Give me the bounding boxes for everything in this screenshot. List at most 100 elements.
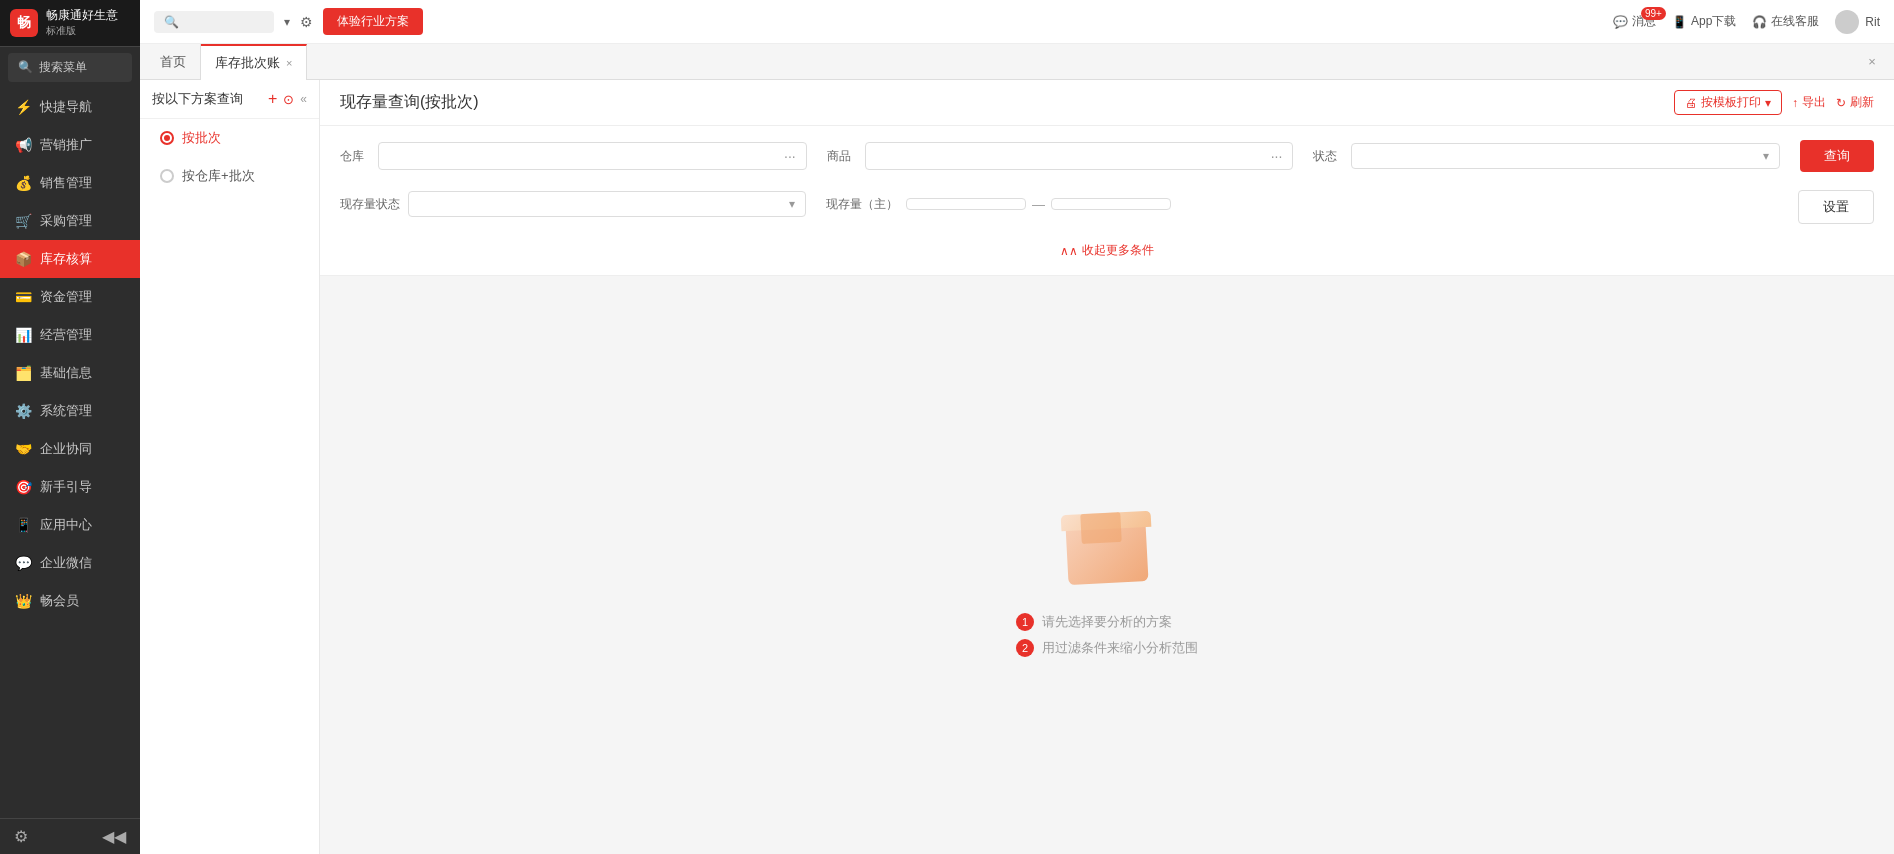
inventory-qty-from[interactable] bbox=[906, 198, 1026, 210]
print-btn[interactable]: 🖨 按模板打印 ▾ bbox=[1674, 90, 1782, 115]
filter-panel: 按以下方案查询 + ⊙ « 按批次 按仓库+批次 bbox=[140, 80, 320, 854]
message-icon: 💬 bbox=[1613, 15, 1628, 29]
topbar-search-icon: 🔍 bbox=[164, 15, 179, 29]
nav-label: 采购管理 bbox=[40, 212, 92, 230]
sidebar: 畅 畅康通好生意 标准版 🔍 搜索菜单 ⚡ 快捷导航 📢 营销推广 💰 销售管理… bbox=[0, 0, 140, 854]
avatar bbox=[1835, 10, 1859, 34]
tab-close-btn[interactable]: × bbox=[286, 57, 292, 69]
nav-icon-marketing: 📢 bbox=[14, 137, 32, 153]
nav-label: 系统管理 bbox=[40, 402, 92, 420]
sidebar-item-marketing[interactable]: 📢 营销推广 bbox=[0, 126, 140, 164]
sidebar-item-newbie[interactable]: 🎯 新手引导 bbox=[0, 468, 140, 506]
sidebar-item-inventory[interactable]: 📦 库存核算 bbox=[0, 240, 140, 278]
topbar-dropdown-arrow[interactable]: ▾ bbox=[284, 15, 290, 29]
step-1-text: 请先选择要分析的方案 bbox=[1042, 613, 1172, 631]
header-actions: 🖨 按模板打印 ▾ ↑ 导出 ↻ 刷新 bbox=[1674, 90, 1874, 115]
filter-actions: + ⊙ « bbox=[268, 90, 307, 108]
collapse-more-btn[interactable]: ∧∧ 收起更多条件 bbox=[340, 236, 1874, 265]
sidebar-item-operations[interactable]: 📊 经营管理 bbox=[0, 316, 140, 354]
sidebar-item-purchase[interactable]: 🛒 采购管理 bbox=[0, 202, 140, 240]
topbar-right: 💬 消息 99+ 📱 App下载 🎧 在线客服 Rit bbox=[1613, 10, 1880, 34]
query-btn[interactable]: 查询 bbox=[1800, 140, 1874, 172]
filter-title: 按以下方案查询 bbox=[152, 90, 243, 108]
inventory-qty-group: 现存量（主） — bbox=[826, 196, 1292, 213]
nav-label: 基础信息 bbox=[40, 364, 92, 382]
tab-home[interactable]: 首页 bbox=[146, 44, 201, 80]
sidebar-item-basics[interactable]: 🗂️ 基础信息 bbox=[0, 354, 140, 392]
experience-btn[interactable]: 体验行业方案 bbox=[323, 8, 423, 35]
app-label: App下载 bbox=[1691, 13, 1736, 30]
refresh-btn[interactable]: ↻ 刷新 bbox=[1836, 94, 1874, 111]
filter-header: 按以下方案查询 + ⊙ « bbox=[140, 80, 319, 119]
nav-label: 经营管理 bbox=[40, 326, 92, 344]
topbar: 🔍 ▾ ⚙ 体验行业方案 💬 消息 99+ 📱 App下载 🎧 在线客服 Rit bbox=[140, 0, 1894, 44]
nav-label: 企业协同 bbox=[40, 440, 92, 458]
product-dots[interactable]: ··· bbox=[1271, 148, 1283, 164]
status-select[interactable]: ▾ bbox=[1351, 143, 1780, 169]
warehouse-filter-group: 仓库 ··· bbox=[340, 142, 807, 170]
tab-panel-close-btn[interactable]: × bbox=[1862, 52, 1882, 72]
sidebar-item-app-center[interactable]: 📱 应用中心 bbox=[0, 506, 140, 544]
print-dropdown-arrow[interactable]: ▾ bbox=[1765, 96, 1771, 110]
filter-form: 仓库 ··· 商品 ··· 状态 ▾ bbox=[320, 126, 1894, 276]
app-name: 畅康通好生意 bbox=[46, 8, 118, 24]
topbar-gear-icon[interactable]: ⚙ bbox=[300, 14, 313, 30]
print-icon: 🖨 bbox=[1685, 96, 1697, 110]
page-header: 现存量查询(按批次) 🖨 按模板打印 ▾ ↑ 导出 ↻ 刷新 bbox=[320, 80, 1894, 126]
warehouse-dots[interactable]: ··· bbox=[784, 148, 796, 164]
export-icon: ↑ bbox=[1792, 96, 1798, 110]
warehouse-label: 仓库 bbox=[340, 148, 370, 165]
sidebar-item-quick-nav[interactable]: ⚡ 快捷导航 bbox=[0, 88, 140, 126]
product-input[interactable]: ··· bbox=[865, 142, 1294, 170]
collapse-arrow-icon: ∧∧ bbox=[1060, 244, 1078, 258]
step-2-text: 用过滤条件来缩小分析范围 bbox=[1042, 639, 1198, 657]
service-btn[interactable]: 🎧 在线客服 bbox=[1752, 13, 1819, 30]
nav-label: 资金管理 bbox=[40, 288, 92, 306]
step-2-num: 2 bbox=[1016, 639, 1034, 657]
main-area: 🔍 ▾ ⚙ 体验行业方案 💬 消息 99+ 📱 App下载 🎧 在线客服 Rit bbox=[140, 0, 1894, 854]
print-label: 按模板打印 bbox=[1701, 94, 1761, 111]
topbar-search[interactable]: 🔍 bbox=[154, 11, 274, 33]
nav-label: 库存核算 bbox=[40, 250, 92, 268]
empty-steps: 1 请先选择要分析的方案 2 用过滤条件来缩小分析范围 bbox=[1016, 613, 1198, 657]
sidebar-search[interactable]: 🔍 搜索菜单 bbox=[8, 53, 132, 82]
collapse-label: 收起更多条件 bbox=[1082, 242, 1154, 259]
nav-label: 应用中心 bbox=[40, 516, 92, 534]
sidebar-item-wechat[interactable]: 💬 企业微信 bbox=[0, 544, 140, 582]
settings-btn-group: 设置 bbox=[1798, 184, 1874, 224]
product-label: 商品 bbox=[827, 148, 857, 165]
headset-icon: 🎧 bbox=[1752, 15, 1767, 29]
status-label: 状态 bbox=[1313, 148, 1343, 165]
user-btn[interactable]: Rit bbox=[1835, 10, 1880, 34]
message-btn[interactable]: 💬 消息 99+ bbox=[1613, 13, 1656, 30]
sidebar-item-finance[interactable]: 💳 资金管理 bbox=[0, 278, 140, 316]
sidebar-item-vip[interactable]: 👑 畅会员 bbox=[0, 582, 140, 620]
filter-row-1: 仓库 ··· 商品 ··· 状态 ▾ bbox=[340, 140, 1874, 172]
tab-inventory-batch[interactable]: 库存批次账 × bbox=[201, 44, 307, 80]
app-download-btn[interactable]: 📱 App下载 bbox=[1672, 13, 1736, 30]
filter-item-by-batch[interactable]: 按批次 bbox=[140, 119, 319, 157]
export-btn[interactable]: ↑ 导出 bbox=[1792, 94, 1826, 111]
collapse-sidebar-icon[interactable]: ◀◀ bbox=[102, 827, 126, 846]
filter-settings-btn[interactable]: ⊙ bbox=[283, 92, 294, 107]
sidebar-item-enterprise[interactable]: 🤝 企业协同 bbox=[0, 430, 140, 468]
filter-collapse-btn[interactable]: « bbox=[300, 92, 307, 106]
add-filter-btn[interactable]: + bbox=[268, 90, 277, 108]
sidebar-item-system[interactable]: ⚙️ 系统管理 bbox=[0, 392, 140, 430]
nav-icon-operations: 📊 bbox=[14, 327, 32, 343]
filter-row-2: 现存量状态 ▾ 现存量（主） — 设置 bbox=[340, 184, 1874, 224]
nav-icon-inventory: 📦 bbox=[14, 251, 32, 267]
nav-icon-purchase: 🛒 bbox=[14, 213, 32, 229]
filter-radio-by-batch bbox=[160, 131, 174, 145]
settings-btn[interactable]: 设置 bbox=[1798, 190, 1874, 224]
nav-icon-newbie: 🎯 bbox=[14, 479, 32, 495]
inventory-status-select[interactable]: ▾ bbox=[408, 191, 806, 217]
sidebar-item-sales[interactable]: 💰 销售管理 bbox=[0, 164, 140, 202]
filter-item-by-warehouse-batch[interactable]: 按仓库+批次 bbox=[140, 157, 319, 195]
warehouse-input[interactable]: ··· bbox=[378, 142, 807, 170]
settings-icon[interactable]: ⚙ bbox=[14, 827, 28, 846]
nav-icon-wechat: 💬 bbox=[14, 555, 32, 571]
nav-icon-basics: 🗂️ bbox=[14, 365, 32, 381]
inventory-qty-to[interactable] bbox=[1051, 198, 1171, 210]
empty-state: 1 请先选择要分析的方案 2 用过滤条件来缩小分析范围 bbox=[320, 276, 1894, 854]
